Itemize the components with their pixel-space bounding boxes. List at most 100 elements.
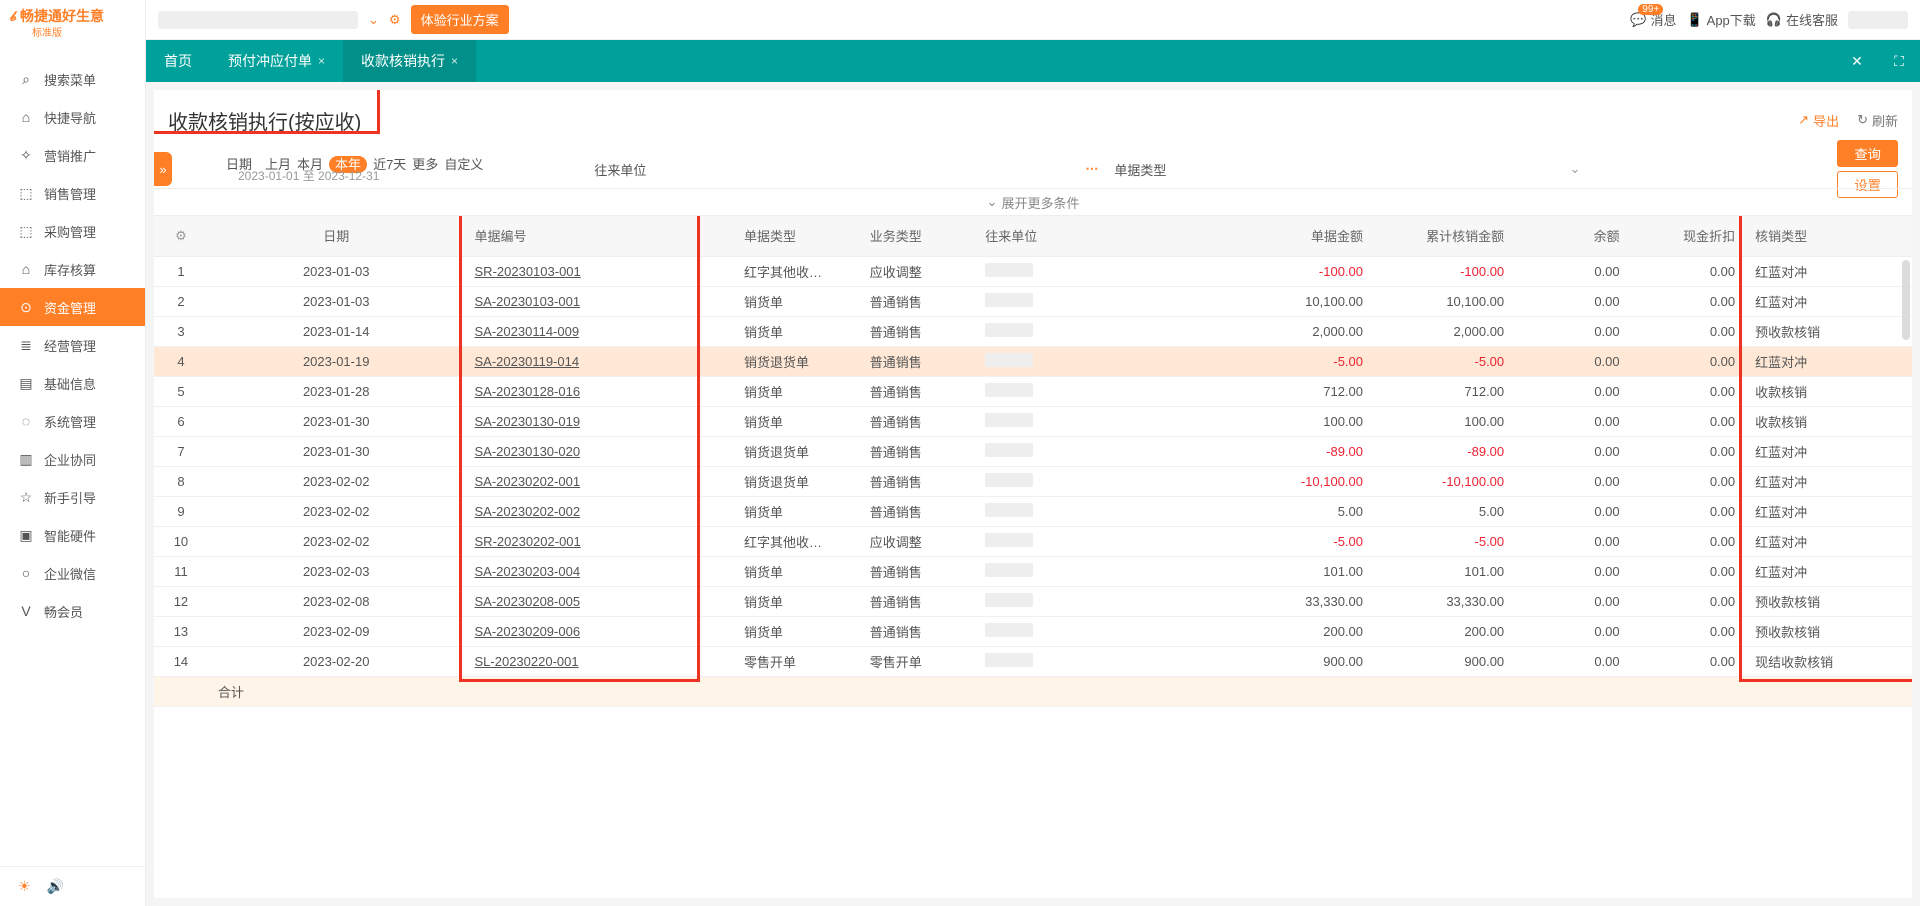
doc-link[interactable]: SA-20230130-020 (475, 444, 581, 459)
col-header-8[interactable]: 现金折扣 (1630, 216, 1745, 256)
table-row[interactable]: 62023-01-30SA-20230130-019销货单普通销售100.001… (154, 406, 1912, 436)
online-service-link[interactable]: 🎧 在线客服 (1766, 10, 1838, 29)
messages-link[interactable]: 99+💬 消息 (1630, 10, 1676, 29)
sidebar-item-icon: ⌂ (18, 261, 34, 277)
type-chevron-down-icon[interactable]: ⌄ (1569, 161, 1580, 177)
doc-link[interactable]: SA-20230203-004 (475, 564, 581, 579)
filter-bar: » 日期 上月本月本年近7天更多自定义 2023-01-01 至 2023-12… (154, 150, 1912, 188)
brand-name: 畅捷通好生意 (20, 6, 104, 26)
messages-badge: 99+ (1638, 4, 1663, 15)
table-row[interactable]: 52023-01-28SA-20230128-016销货单普通销售712.007… (154, 376, 1912, 406)
sidebar-item-10[interactable]: ▥企业协同 (0, 440, 145, 478)
tab-0[interactable]: 首页 (146, 40, 210, 82)
user-placeholder[interactable] (1848, 11, 1908, 29)
table-row[interactable]: 132023-02-09SA-20230209-006销货单普通销售200.00… (154, 616, 1912, 646)
tab-2[interactable]: 收款核销执行× (343, 40, 476, 82)
sidebar-item-label: 资金管理 (44, 298, 96, 317)
tab-1[interactable]: 预付冲应付单× (210, 40, 343, 82)
col-header-1[interactable]: 单据编号 (465, 216, 734, 256)
table-row[interactable]: 22023-01-03SA-20230103-001销货单普通销售10,100.… (154, 286, 1912, 316)
sidebar-item-3[interactable]: ⬚销售管理 (0, 174, 145, 212)
sidebar: 𝒷畅捷通好生意 标准版 ⌕搜索菜单⌂快捷导航✧营销推广⬚销售管理⬚采购管理⌂库存… (0, 0, 146, 906)
sidebar-item-14[interactable]: V畅会员 (0, 592, 145, 630)
refresh-button[interactable]: ↻ 刷新 (1857, 111, 1898, 130)
experience-button[interactable]: 体验行业方案 (411, 5, 509, 34)
sidebar-item-label: 经营管理 (44, 336, 96, 355)
doc-link[interactable]: SA-20230114-009 (475, 324, 580, 339)
export-button[interactable]: ↗ 导出 (1798, 111, 1839, 130)
company-settings-icon[interactable]: ⚙ (389, 12, 401, 28)
table-row[interactable]: 112023-02-03SA-20230203-004销货单普通销售101.00… (154, 556, 1912, 586)
table-row[interactable]: 82023-02-02SA-20230202-001销货退货单普通销售-10,1… (154, 466, 1912, 496)
table-wrap: ⚙日期单据编号单据类型业务类型往来单位单据金额累计核销金额余额现金折扣核销类型 … (154, 216, 1912, 898)
company-chevron-down-icon[interactable]: ⌄ (368, 12, 379, 28)
col-header-7[interactable]: 余额 (1514, 216, 1629, 256)
col-header-6[interactable]: 累计核销金额 (1373, 216, 1514, 256)
doc-link[interactable]: SA-20230130-019 (475, 414, 581, 429)
unit-picker-icon[interactable]: ⋯ (1085, 161, 1100, 177)
doc-link[interactable]: SR-20230103-001 (475, 264, 581, 279)
sidebar-item-icon: ⬚ (18, 185, 34, 201)
table-scrollbar[interactable] (1902, 260, 1910, 340)
table-row[interactable]: 92023-02-02SA-20230202-002销货单普通销售5.005.0… (154, 496, 1912, 526)
sidebar-item-7[interactable]: ≣ 经营管理 (0, 326, 145, 364)
sound-icon[interactable]: 🔊 (47, 878, 64, 895)
table-settings-icon[interactable]: ⚙ (175, 228, 187, 243)
sidebar-item-6[interactable]: ⊙资金管理 (0, 288, 145, 326)
doc-link[interactable]: SL-20230220-001 (475, 654, 579, 669)
unit-placeholder (985, 473, 1033, 487)
tab-close-all-icon[interactable]: ✕ (1836, 40, 1878, 82)
unit-input[interactable] (660, 162, 1085, 177)
sidebar-item-11[interactable]: ☆新手引导 (0, 478, 145, 516)
unit-placeholder (985, 443, 1033, 457)
col-header-3[interactable]: 业务类型 (860, 216, 975, 256)
doc-link[interactable]: SA-20230202-002 (475, 504, 581, 519)
sidebar-item-1[interactable]: ⌂快捷导航 (0, 98, 145, 136)
app-download-link[interactable]: 📱 App下载 (1686, 10, 1755, 29)
sidebar-item-8[interactable]: ▤基础信息 (0, 364, 145, 402)
sidebar-item-label: 营销推广 (44, 146, 96, 165)
table-row[interactable]: 102023-02-02SR-20230202-001红字其他收…应收调整-5.… (154, 526, 1912, 556)
table-row[interactable]: 32023-01-14SA-20230114-009销货单普通销售2,000.0… (154, 316, 1912, 346)
table-row[interactable]: 142023-02-20SL-20230220-001零售开单零售开单900.0… (154, 646, 1912, 676)
doc-link[interactable]: SA-20230128-016 (475, 384, 581, 399)
sidebar-item-icon: ⌂ (18, 109, 34, 125)
sidebar-item-2[interactable]: ✧营销推广 (0, 136, 145, 174)
doc-link[interactable]: SA-20230208-005 (475, 594, 581, 609)
sidebar-item-5[interactable]: ⌂库存核算 (0, 250, 145, 288)
col-header-5[interactable]: 单据金额 (1258, 216, 1373, 256)
table-row[interactable]: 12023-01-03SR-20230103-001红字其他收…应收调整-100… (154, 256, 1912, 286)
tab-close-icon[interactable]: × (318, 54, 325, 68)
table-row[interactable]: 72023-01-30SA-20230130-020销货退货单普通销售-89.0… (154, 436, 1912, 466)
unit-placeholder (985, 323, 1033, 337)
doc-link[interactable]: SR-20230202-001 (475, 534, 581, 549)
col-header-2[interactable]: 单据类型 (734, 216, 860, 256)
sidebar-item-4[interactable]: ⬚采购管理 (0, 212, 145, 250)
sidebar-item-icon: ○ (18, 565, 34, 581)
doc-link[interactable]: SA-20230119-014 (475, 354, 580, 369)
sum-label: 合计 (208, 676, 465, 706)
sidebar-item-0[interactable]: ⌕搜索菜单 (0, 60, 145, 98)
doc-link[interactable]: SA-20230202-001 (475, 474, 581, 489)
brand-icon: 𝒷 (10, 8, 16, 25)
theme-icon[interactable]: ☀ (18, 878, 31, 895)
fullscreen-icon[interactable]: ⛶ (1878, 40, 1920, 82)
sidebar-item-icon: ≣ (18, 337, 34, 353)
doc-link[interactable]: SA-20230209-006 (475, 624, 581, 639)
sidebar-item-13[interactable]: ○企业微信 (0, 554, 145, 592)
filter-collapse-icon[interactable]: » (154, 152, 172, 186)
expand-filters[interactable]: ⌄展开更多条件 (154, 188, 1912, 216)
sidebar-item-12[interactable]: ▣智能硬件 (0, 516, 145, 554)
col-header-0[interactable]: 日期 (208, 216, 465, 256)
sidebar-item-icon: ⬚ (18, 223, 34, 239)
doc-link[interactable]: SA-20230103-001 (475, 294, 581, 309)
col-header-4[interactable]: 往来单位 (975, 216, 1257, 256)
sidebar-item-label: 新手引导 (44, 488, 96, 507)
table-row[interactable]: 42023-01-19SA-20230119-014销货退货单普通销售-5.00… (154, 346, 1912, 376)
unit-placeholder (985, 263, 1033, 277)
table-row[interactable]: 122023-02-08SA-20230208-005销货单普通销售33,330… (154, 586, 1912, 616)
sidebar-item-icon: ⌕ (18, 71, 34, 87)
tab-close-icon[interactable]: × (451, 54, 458, 68)
col-header-9[interactable]: 核销类型 (1745, 216, 1912, 256)
sidebar-item-9[interactable]: ◌系统管理 (0, 402, 145, 440)
